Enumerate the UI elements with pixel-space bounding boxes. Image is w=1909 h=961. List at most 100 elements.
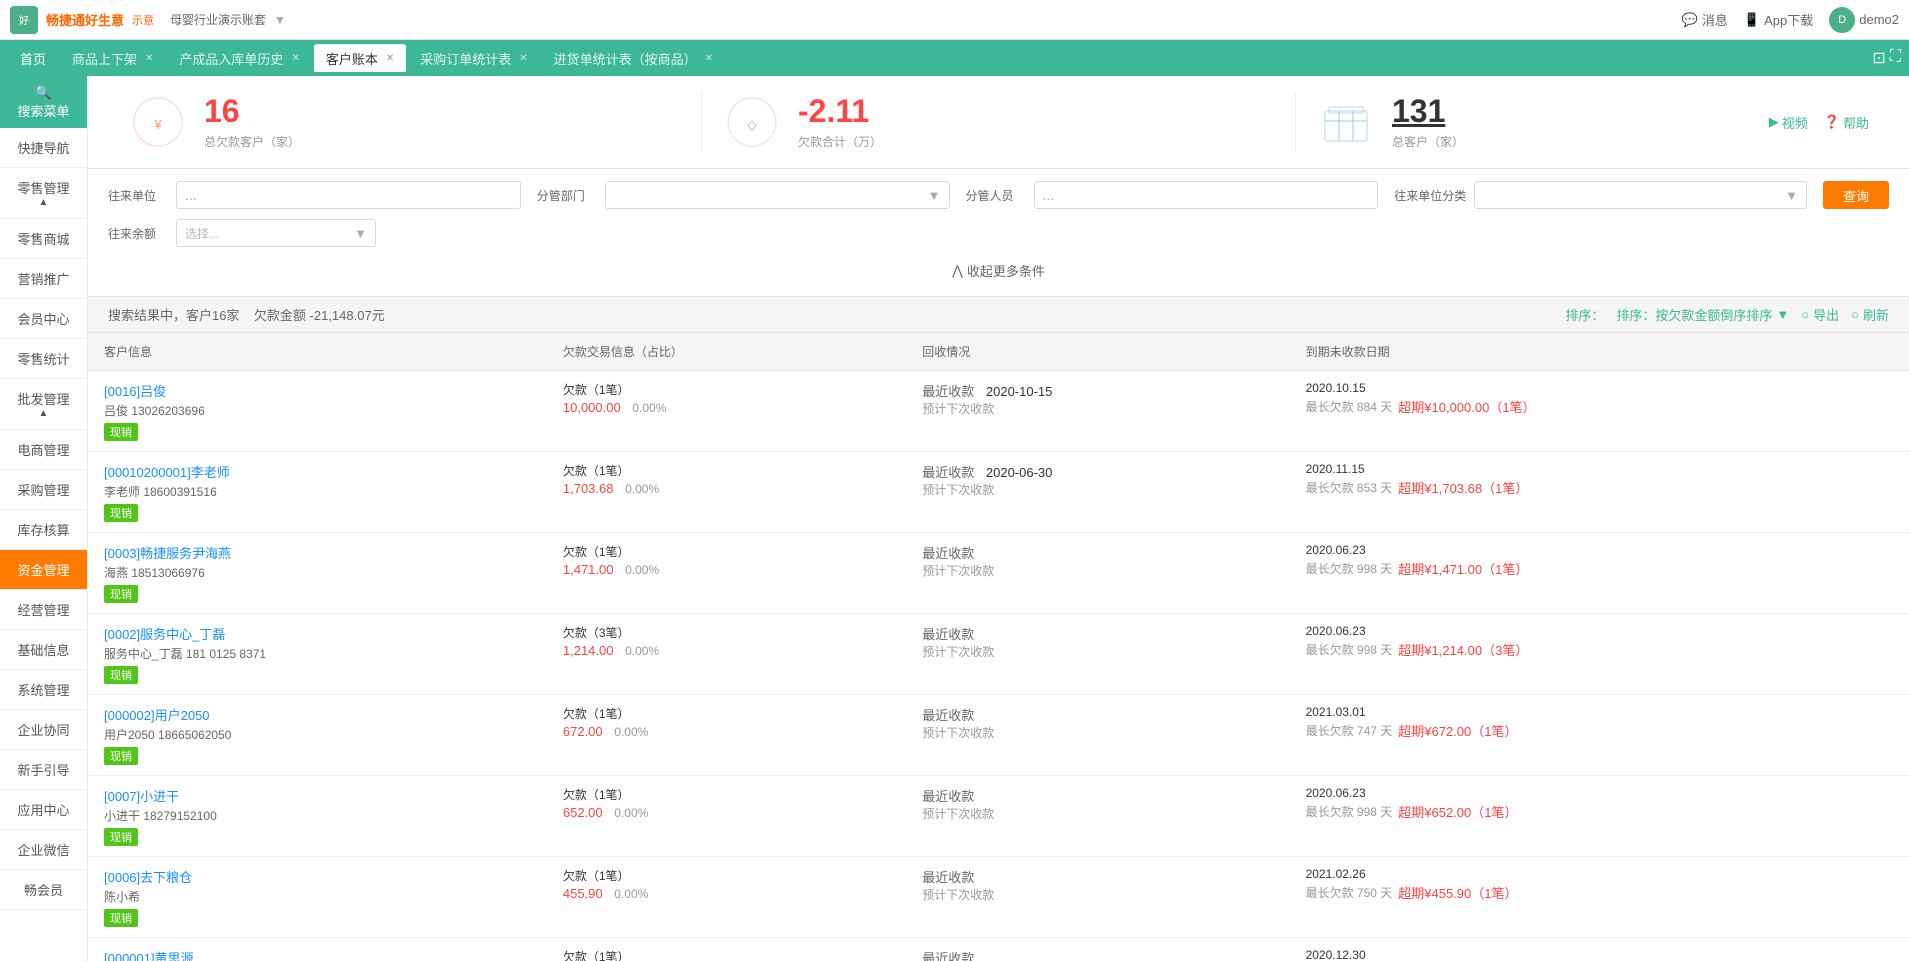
customers-table: 客户信息 欠款交易信息（占比） 回收情况 到期未收款日期 [0016]吕俊 吕俊… — [88, 333, 1909, 961]
search-button[interactable]: 查询 — [1823, 181, 1889, 209]
sidebar-item-finance[interactable]: 资金管理 — [0, 550, 87, 590]
due-date: 2020.10.15 — [1306, 381, 1893, 395]
customer-info-cell: [0006]去下粮仓 陈小希 现销 — [88, 857, 547, 938]
table-row: [0007]小进干 小进干 18279152100 现销 欠款（1笔） 652.… — [88, 776, 1909, 857]
tab-purchase-stats[interactable]: 进货单统计表（按商品） ✕ — [542, 44, 725, 72]
refresh-btn[interactable]: ○ 刷新 — [1851, 305, 1889, 324]
nav-fullscreen-icon[interactable]: ⛶ — [1890, 48, 1901, 68]
customer-info-cell: [0007]小进干 小进干 18279152100 现销 — [88, 776, 547, 857]
customer-tag: 现销 — [104, 828, 138, 846]
unit-class-select[interactable]: ▼ — [1474, 181, 1807, 209]
stat-total-customers-info: 131 总客户（家） — [1392, 94, 1464, 150]
sidebar-item-wholesale-mgmt[interactable]: 批发管理 ▲ — [0, 379, 87, 430]
stat-debt-amount-info: -2.11 欠款合计（万） — [798, 94, 882, 150]
dept-select[interactable]: ▼ — [605, 181, 950, 209]
tab-home[interactable]: 首页 — [8, 44, 58, 72]
tab-close-produce-in[interactable]: ✕ — [291, 53, 299, 64]
incoming-unit-input[interactable]: ... — [176, 181, 521, 209]
overdue-link[interactable]: 超期¥652.00（1笔） — [1398, 802, 1517, 821]
table-header: 客户信息 欠款交易信息（占比） 回收情况 到期未收款日期 — [88, 333, 1909, 371]
sidebar-item-retail-mall[interactable]: 零售商城 — [0, 219, 87, 259]
filter-row-2: 往来余额 选择... ▼ — [108, 219, 1889, 247]
stats-row: ¥ 16 总欠款客户（家） ◇ -2.11 欠款合计（ — [88, 76, 1909, 169]
sidebar-item-search[interactable]: 🔍 搜索菜单 — [0, 76, 87, 128]
debt-amount-label: 欠款合计（万） — [798, 133, 882, 150]
tab-close-purchase-stats[interactable]: ✕ — [705, 53, 713, 64]
overdue-link[interactable]: 超期¥672.00（1笔） — [1398, 721, 1517, 740]
sidebar-item-retail-mgmt[interactable]: 零售管理 ▲ — [0, 168, 87, 219]
sidebar-item-marketing[interactable]: 营销推广 — [0, 259, 87, 299]
dept-chevron-down-icon: ▼ — [928, 188, 941, 203]
debt-info-cell: 欠款（1笔） 455.90 0.00% — [547, 857, 906, 938]
filter-dept: 分管部门 ▼ — [537, 181, 950, 209]
tab-close-product-off[interactable]: ✕ — [145, 53, 153, 64]
stat-actions: ▶ 视频 ❓ 帮助 — [1769, 113, 1869, 132]
customer-name-link[interactable]: [000002]用户2050 — [104, 705, 531, 724]
customer-tag: 现销 — [104, 666, 138, 684]
customer-name-link[interactable]: [000001]黄思源 — [104, 948, 531, 961]
overdue-link[interactable]: 超期¥1,471.00（1笔） — [1398, 559, 1528, 578]
help-btn[interactable]: ❓ 帮助 — [1824, 113, 1869, 132]
sort-select[interactable]: 排序：按欠款金额倒序排序 ▼ — [1616, 305, 1789, 324]
tab-purchase-order[interactable]: 采购订单统计表 ✕ — [408, 44, 539, 72]
collection-cell: 最近收款 预计下次收款 — [906, 695, 1289, 776]
user-avatar-btn[interactable]: D demo2 — [1829, 7, 1899, 33]
sidebar-item-operations[interactable]: 经营管理 — [0, 590, 87, 630]
sidebar-item-member[interactable]: 会员中心 — [0, 299, 87, 339]
customer-name-link[interactable]: [0007]小进干 — [104, 786, 531, 805]
table-row: [0003]畅捷服务尹海燕 海燕 18513066976 现销 欠款（1笔） 1… — [88, 533, 1909, 614]
overdue-link[interactable]: 超期¥10,000.00（1笔） — [1398, 397, 1535, 416]
customer-info-cell: [0003]畅捷服务尹海燕 海燕 18513066976 现销 — [88, 533, 547, 614]
message-btn[interactable]: 💬 消息 — [1682, 10, 1728, 29]
overdue-link[interactable]: 超期¥1,703.68（1笔） — [1398, 478, 1528, 497]
debt-customers-icon: ¥ — [128, 92, 188, 152]
manager-label: 分管人员 — [966, 187, 1026, 204]
sidebar-item-retail-stats[interactable]: 零售统计 — [0, 339, 87, 379]
overdue-days: 最长欠款 750 天 — [1306, 884, 1393, 901]
debt-amount-icon: ◇ — [722, 92, 782, 152]
tab-close-purchase-order[interactable]: ✕ — [519, 53, 527, 64]
total-customers-number: 131 — [1392, 94, 1464, 129]
sidebar-item-purchase[interactable]: 采购管理 — [0, 470, 87, 510]
sidebar-collapse-btn[interactable]: 示意 — [132, 12, 154, 28]
customer-name-link[interactable]: [0002]服务中心_丁磊 — [104, 624, 531, 643]
due-date: 2020.11.15 — [1306, 462, 1893, 476]
logo-icon: 好 — [10, 6, 38, 34]
customer-name-link[interactable]: [0016]吕俊 — [104, 381, 531, 400]
tab-product-off[interactable]: 商品上下架 ✕ — [60, 44, 165, 72]
sidebar-item-ecommerce[interactable]: 电商管理 — [0, 430, 87, 470]
sidebar-item-newbie[interactable]: 新手引导 — [0, 750, 87, 790]
refresh-icon: ○ — [1851, 307, 1859, 322]
top-bar: 好 畅捷通好生意 示意 母婴行业演示账套 ▼ 💬 消息 📱 App下载 D de… — [0, 0, 1909, 40]
latest-collect-label: 最近收款 — [922, 867, 1273, 886]
export-btn[interactable]: ○ 导出 — [1801, 305, 1839, 324]
nav-restore-icon[interactable]: ⊡ — [1872, 48, 1885, 68]
sidebar-item-quick-nav[interactable]: 快捷导航 — [0, 128, 87, 168]
video-btn[interactable]: ▶ 视频 — [1769, 113, 1808, 132]
overdue-link[interactable]: 超期¥1,214.00（3笔） — [1398, 640, 1528, 659]
tab-close-customer-account[interactable]: ✕ — [386, 53, 394, 64]
tab-customer-account[interactable]: 客户账本 ✕ — [314, 44, 406, 72]
sidebar-item-enterprise-coop[interactable]: 企业协同 — [0, 710, 87, 750]
balance-select[interactable]: 选择... ▼ — [176, 219, 376, 247]
app-download-btn[interactable]: 📱 App下载 — [1744, 10, 1813, 29]
overdue-link[interactable]: 超期¥455.90（1笔） — [1398, 883, 1517, 902]
col-customer-info: 客户信息 — [88, 333, 547, 371]
company-dropdown-icon[interactable]: ▼ — [274, 13, 286, 27]
sidebar-item-system[interactable]: 系统管理 — [0, 670, 87, 710]
tab-produce-in[interactable]: 产成品入库单历史 ✕ — [167, 44, 311, 72]
sidebar: 🔍 搜索菜单 快捷导航 零售管理 ▲ 零售商城 营销推广 会员中心 零售统计 批… — [0, 76, 88, 961]
sidebar-item-basic-info[interactable]: 基础信息 — [0, 630, 87, 670]
customer-name-link[interactable]: [0003]畅捷服务尹海燕 — [104, 543, 531, 562]
collapse-filter-btn[interactable]: ⋀ 收起更多条件 — [108, 257, 1889, 284]
table-row: [000002]用户2050 用户2050 18665062050 现销 欠款（… — [88, 695, 1909, 776]
collection-cell: 最近收款 预计下次收款 — [906, 614, 1289, 695]
sidebar-item-app-center[interactable]: 应用中心 — [0, 790, 87, 830]
sidebar-item-warehouse[interactable]: 库存核算 — [0, 510, 87, 550]
sidebar-item-wechat[interactable]: 企业微信 — [0, 830, 87, 870]
manager-input[interactable]: ... — [1034, 181, 1379, 209]
customer-name-link[interactable]: [00010200001]李老师 — [104, 462, 531, 481]
incoming-unit-label: 往来单位 — [108, 187, 168, 204]
customer-name-link[interactable]: [0006]去下粮仓 — [104, 867, 531, 886]
sidebar-item-vip[interactable]: 畅会员 — [0, 870, 87, 910]
